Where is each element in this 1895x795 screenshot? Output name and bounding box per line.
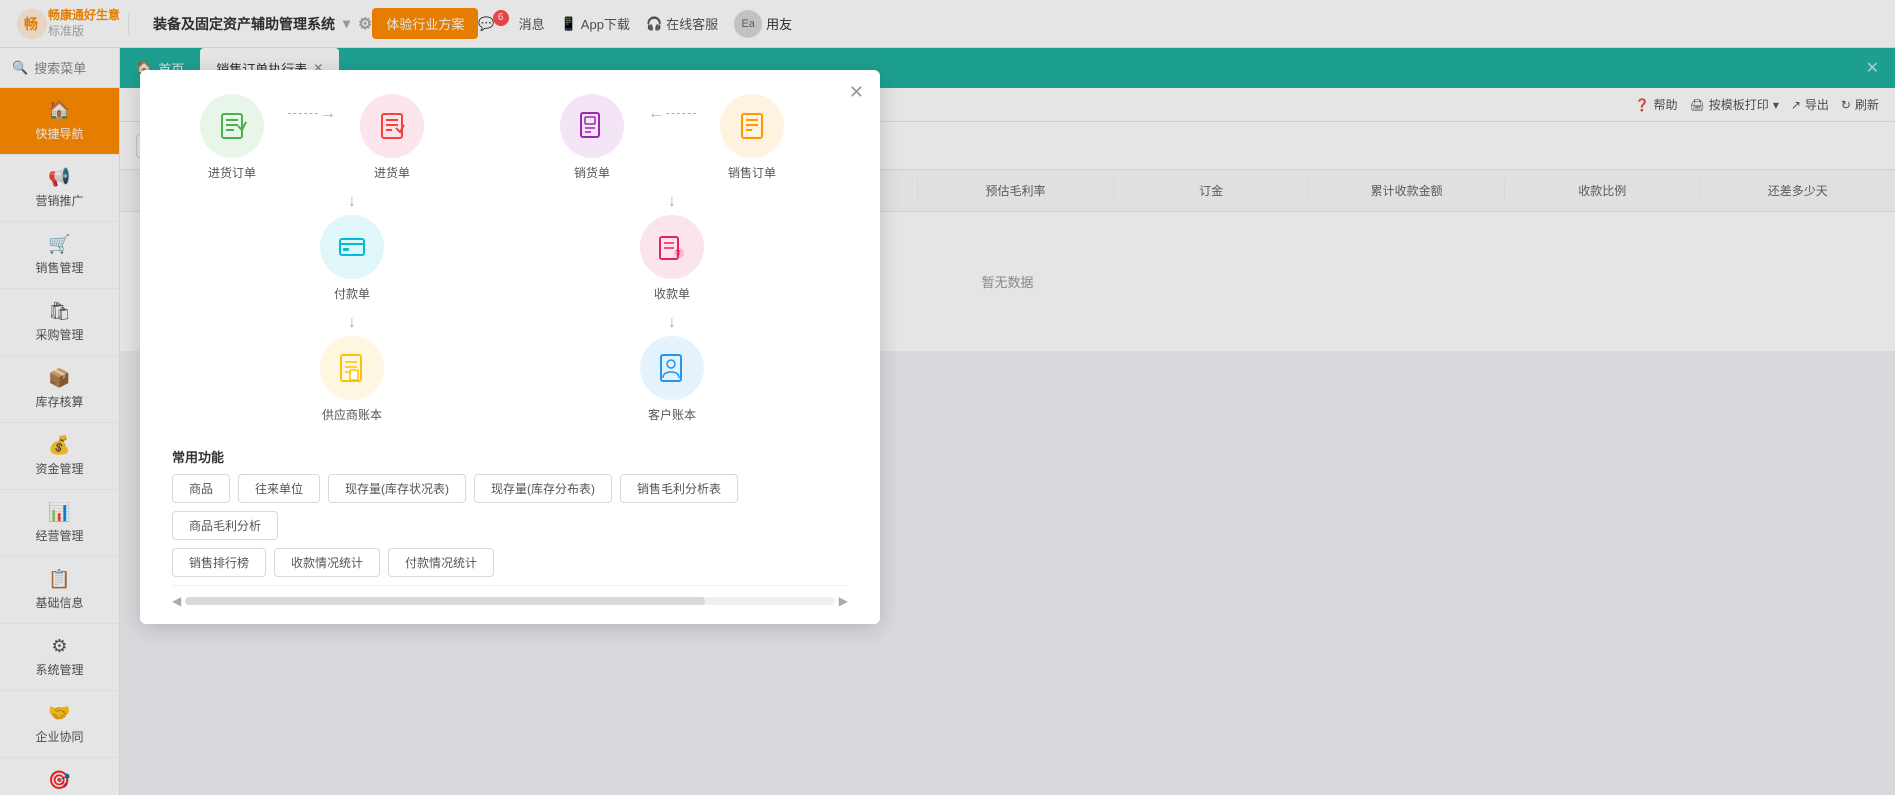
arrow-down-supplier: ↓ (348, 314, 356, 332)
func-button[interactable]: 往来单位 (238, 474, 320, 503)
func-buttons-row-1: 商品往来单位现存量(库存状况表) 现存量(库存分布表) 销售毛利分析表商品毛利分析 (172, 474, 848, 540)
flow-col-supplier: ↓ 供应商账本 (292, 310, 412, 423)
func-buttons-row-2: 销售排行榜收款情况统计付款情况统计 (172, 548, 848, 577)
flow-row-1: 进货订单 → (172, 94, 812, 181)
flow-col-customer: ↓ 客户账本 (612, 310, 732, 423)
supplier-account-circle[interactable] (320, 336, 384, 400)
flow-node-receipt[interactable]: ¥ 收款单 (612, 215, 732, 302)
flow-node-supplier-account[interactable]: 供应商账本 (292, 336, 412, 423)
svg-text:¥: ¥ (675, 249, 681, 258)
customer-account-circle[interactable] (640, 336, 704, 400)
flow-row-3: ↓ 供应商账本 ↓ (292, 310, 732, 423)
func-button[interactable]: 现存量(库存分布表) (474, 474, 612, 503)
func-button[interactable]: 收款情况统计 (274, 548, 380, 577)
scroll-track (185, 597, 835, 605)
arrow-down-customer: ↓ (668, 314, 676, 332)
func-button[interactable]: 商品毛利分析 (172, 511, 278, 540)
flow-node-payment[interactable]: 付款单 (292, 215, 412, 302)
arrow-down-receipt: ↓ (668, 193, 676, 211)
sales-order-circle[interactable] (720, 94, 784, 158)
sales-bill-circle[interactable] (560, 94, 624, 158)
func-button[interactable]: 付款情况统计 (388, 548, 494, 577)
arrow-4-3: ← (652, 105, 692, 143)
common-functions: 常用功能 商品往来单位现存量(库存状况表)现存量(库存分布表)销售毛利分析表商品… (172, 447, 848, 577)
purchase-order-circle[interactable] (200, 94, 264, 158)
scroll-thumb (185, 597, 705, 605)
flow-node-purchase-bill[interactable]: 进货单 (332, 94, 452, 181)
payment-circle[interactable] (320, 215, 384, 279)
func-button[interactable]: 现存量(库存状况表) (328, 474, 466, 503)
flow-node-sales-bill[interactable]: 销货单 (532, 94, 652, 181)
purchase-bill-circle[interactable] (360, 94, 424, 158)
common-functions-title: 常用功能 (172, 447, 848, 466)
flow-col-receipt: ↓ ¥ 收款单 (612, 189, 732, 302)
flow-node-purchase-order[interactable]: 进货订单 (172, 94, 292, 181)
receipt-circle[interactable]: ¥ (640, 215, 704, 279)
flow-col-payment: ↓ 付款单 (292, 189, 412, 302)
arrow-1-2: → (292, 105, 332, 143)
scroll-area: ◀ ▶ (172, 585, 848, 608)
func-button[interactable]: 销售排行榜 (172, 548, 266, 577)
arrow-down-payment: ↓ (348, 193, 356, 211)
scroll-left-arrow[interactable]: ◀ (172, 594, 181, 608)
flow-diagram: 进货订单 → (172, 94, 848, 431)
func-button[interactable]: 销售毛利分析表 (620, 474, 738, 503)
flow-node-customer-account[interactable]: 客户账本 (612, 336, 732, 423)
flow-node-sales-order[interactable]: 销售订单 (692, 94, 812, 181)
func-button[interactable]: 商品 (172, 474, 230, 503)
scroll-right-arrow[interactable]: ▶ (839, 594, 848, 608)
flow-modal: ✕ 进货订单 (140, 70, 880, 624)
flow-row-2: ↓ 付款单 ↓ (292, 189, 732, 302)
modal-close-button[interactable]: ✕ (849, 82, 864, 103)
